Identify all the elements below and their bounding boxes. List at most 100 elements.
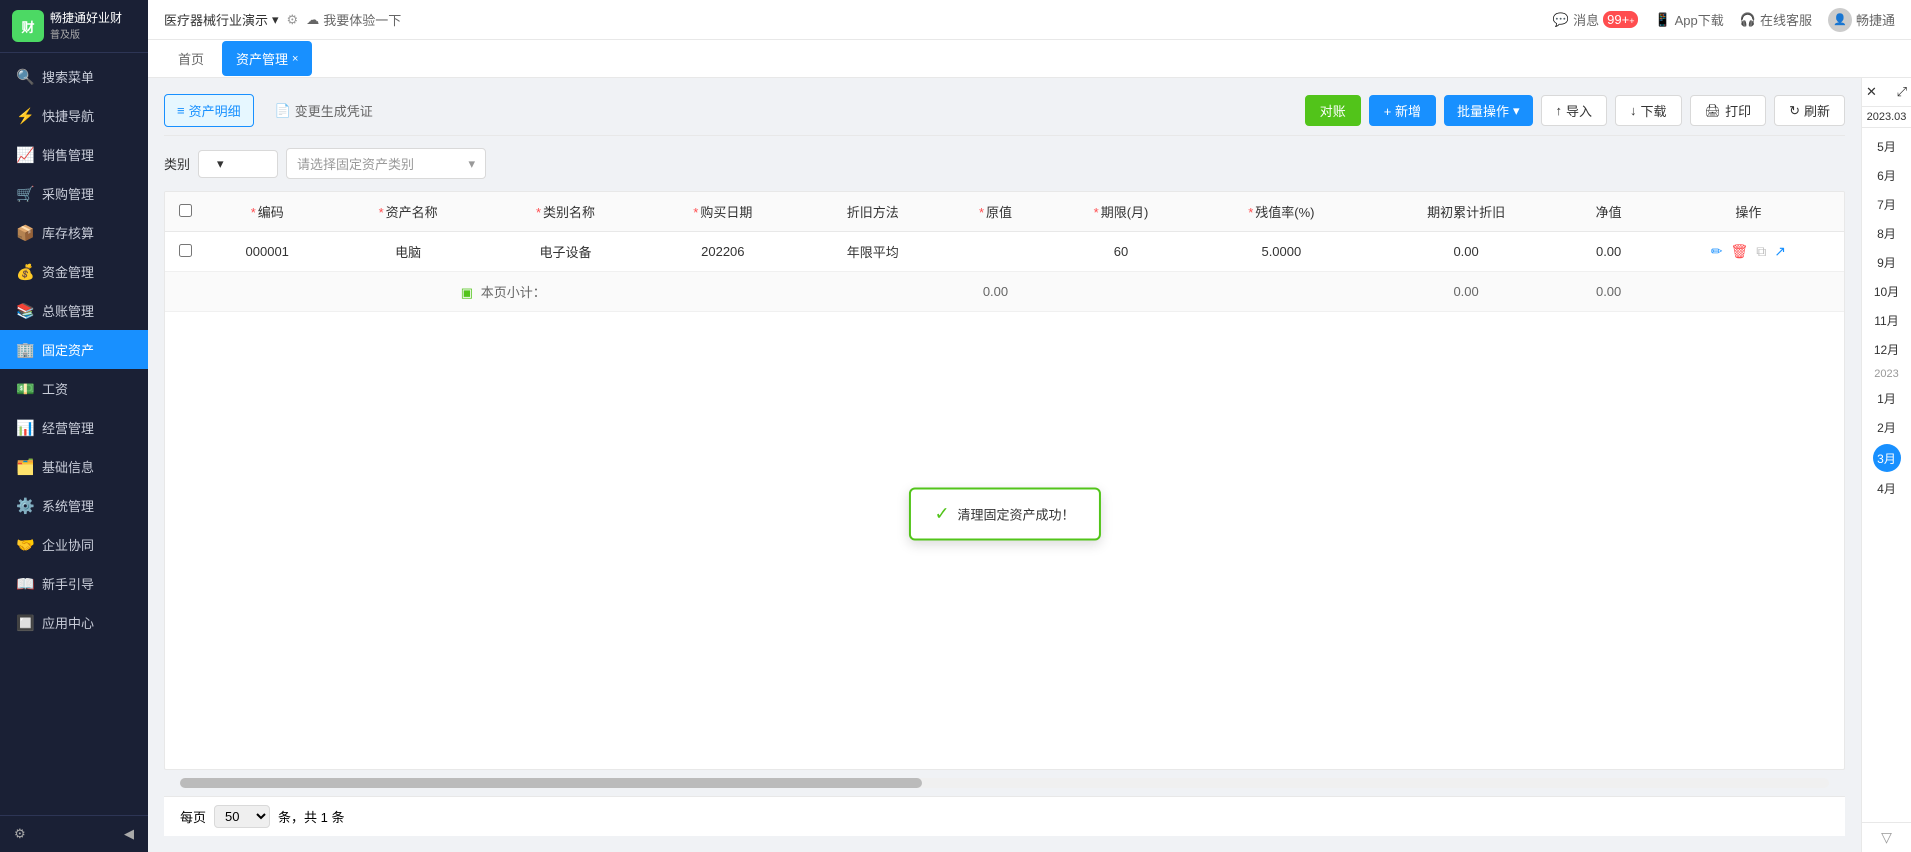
calendar-month-9[interactable]: 9月	[1862, 248, 1911, 277]
tab-home-label: 首页	[178, 49, 204, 68]
sidebar-item-system[interactable]: ⚙️ 系统管理	[0, 486, 148, 525]
calendar-month-10[interactable]: 10月	[1862, 277, 1911, 306]
subtotal-empty-method	[802, 272, 945, 312]
calendar-expand-icon[interactable]: ⤢	[1897, 84, 1907, 100]
per-page-select[interactable]: 50 10 20 100	[214, 805, 270, 828]
calendar-month-3-current[interactable]: 3月	[1873, 444, 1901, 472]
import-button[interactable]: ↑ 导入	[1541, 95, 1608, 126]
settings-icon[interactable]: ⚙	[14, 826, 26, 842]
sidebar-item-guide[interactable]: 📖 新手引导	[0, 564, 148, 603]
sub-tab-change-voucher[interactable]: 📄 变更生成凭证	[262, 94, 386, 127]
tab-close-icon[interactable]: ×	[292, 53, 298, 65]
sidebar-label-funds: 资金管理	[42, 262, 94, 281]
calendar-month-4[interactable]: 4月	[1862, 474, 1911, 503]
app-download-label: App下载	[1675, 10, 1724, 29]
category-filter-select[interactable]: ▾	[198, 150, 278, 178]
download-button[interactable]: ↓ 下载	[1615, 95, 1682, 126]
reconcile-button[interactable]: 对账	[1305, 95, 1361, 126]
subtotal-empty-period	[1047, 272, 1195, 312]
app-version: 普及版	[50, 26, 122, 41]
user-profile-btn[interactable]: 👤 畅捷通	[1828, 8, 1895, 32]
sidebar-label-sales: 销售管理	[42, 145, 94, 164]
table-container: *编码 *资产名称 *类别名称 *购买日期 折旧方法 *原值 *期限(月) *残…	[164, 191, 1845, 836]
sub-tab-asset-detail[interactable]: ≡ 资产明细	[164, 94, 254, 127]
row-copy-icon[interactable]: ⧉	[1756, 243, 1766, 260]
sidebar-icon-system: ⚙️	[16, 497, 34, 515]
app-name: 畅捷通好业财	[50, 11, 122, 27]
sidebar-item-app_center[interactable]: 🔲 应用中心	[0, 603, 148, 642]
toast-text: 清理固定资产成功！	[958, 504, 1075, 523]
calendar-month-1[interactable]: 1月	[1862, 384, 1911, 413]
select-all-checkbox[interactable]	[179, 204, 192, 217]
calendar-close-icon[interactable]: ✕	[1866, 84, 1877, 100]
sidebar-item-basic[interactable]: 🗂️ 基础信息	[0, 447, 148, 486]
calendar-month-12[interactable]: 12月	[1862, 335, 1911, 364]
batch-button[interactable]: 批量操作 ▾	[1444, 95, 1533, 126]
calendar-month-6[interactable]: 6月	[1862, 161, 1911, 190]
sidebar-bottom[interactable]: ⚙ ◀	[0, 815, 148, 852]
row-accumulated: 0.00	[1368, 232, 1565, 272]
sidebar-item-payroll[interactable]: 💵 工资	[0, 369, 148, 408]
sidebar-icon-app_center: 🔲	[16, 614, 34, 632]
user-avatar-icon: 👤	[1828, 8, 1852, 32]
message-btn[interactable]: 💬 消息 99++	[1553, 10, 1639, 29]
tab-asset-management[interactable]: 资产管理 ×	[222, 41, 312, 76]
total-label: 条，共 1 条	[278, 807, 344, 826]
batch-label: 批量操作	[1457, 101, 1509, 120]
calendar-month-8[interactable]: 8月	[1862, 219, 1911, 248]
table-header-row: *编码 *资产名称 *类别名称 *购买日期 折旧方法 *原值 *期限(月) *残…	[165, 192, 1844, 232]
sidebar-item-operations[interactable]: 📊 经营管理	[0, 408, 148, 447]
print-button[interactable]: 🖨 打印	[1690, 95, 1767, 126]
calendar-month-11[interactable]: 11月	[1862, 306, 1911, 335]
user-label: 畅捷通	[1856, 10, 1895, 29]
new-button[interactable]: + 新增	[1369, 95, 1436, 126]
header-residual-rate: *残值率(%)	[1195, 192, 1367, 232]
sidebar-item-assets[interactable]: 🏢 固定资产	[0, 330, 148, 369]
sidebar-item-quicknav[interactable]: ⚡ 快捷导航	[0, 96, 148, 135]
message-icon: 💬	[1553, 12, 1569, 28]
calendar-month-2[interactable]: 2月	[1862, 413, 1911, 442]
company-selector[interactable]: 医疗器械行业演示 ▾	[164, 10, 279, 29]
assets-table-wrapper: *编码 *资产名称 *类别名称 *购买日期 折旧方法 *原值 *期限(月) *残…	[164, 191, 1845, 770]
sidebar-item-search[interactable]: 🔍 搜索菜单	[0, 57, 148, 96]
sidebar-icon-assets: 🏢	[16, 341, 34, 359]
collapse-sidebar-icon[interactable]: ◀	[124, 826, 134, 842]
sidebar-label-operations: 经营管理	[42, 418, 94, 437]
row-delete-icon[interactable]: 🗑	[1730, 243, 1748, 260]
calendar-down-icon[interactable]: ▽	[1881, 829, 1892, 846]
sidebar-label-system: 系统管理	[42, 496, 94, 515]
sidebar-icon-ledger: 📚	[16, 302, 34, 320]
tab-asset-label: 资产管理	[236, 49, 288, 68]
calendar-year-2023: 2023	[1862, 364, 1911, 384]
table-scrollbar-container	[164, 770, 1845, 796]
row-more-icon[interactable]: ↗	[1774, 243, 1786, 260]
sidebar-item-enterprise[interactable]: 🤝 企业协同	[0, 525, 148, 564]
sub-tabs: ≡ 资产明细 📄 变更生成凭证 对账 + 新增 批量操作 ▾ ↑	[164, 94, 1845, 136]
sidebar-item-purchase[interactable]: 🛒 采购管理	[0, 174, 148, 213]
table-horizontal-scrollbar[interactable]	[180, 778, 1829, 788]
table-row: 000001 电脑 电子设备 202206 年限平均 60 5.0000 0.0…	[165, 232, 1844, 272]
refresh-button[interactable]: ↻ 刷新	[1774, 95, 1845, 126]
sidebar-item-inventory[interactable]: 📦 库存核算	[0, 213, 148, 252]
app-download-btn[interactable]: 📱 App下载	[1654, 10, 1723, 29]
filter-label: 类别	[164, 154, 190, 173]
online-service-btn[interactable]: 🎧 在线客服	[1740, 10, 1812, 29]
sidebar-label-basic: 基础信息	[42, 457, 94, 476]
category-placeholder-input[interactable]: 请选择固定资产类别 ▾	[286, 148, 486, 179]
row-checkbox[interactable]	[179, 244, 192, 257]
row-purchase-date: 202206	[644, 232, 801, 272]
calendar-month-5[interactable]: 5月	[1862, 132, 1911, 161]
experience-btn[interactable]: ☁ 我要体验一下	[306, 10, 401, 29]
header-checkbox-cell	[165, 192, 205, 232]
settings-gear-icon[interactable]: ⚙	[287, 12, 299, 28]
sidebar-label-quicknav: 快捷导航	[42, 106, 94, 125]
tab-home[interactable]: 首页	[164, 41, 218, 76]
sidebar-item-ledger[interactable]: 📚 总账管理	[0, 291, 148, 330]
sidebar-item-sales[interactable]: 📈 销售管理	[0, 135, 148, 174]
sidebar-item-funds[interactable]: 💰 资金管理	[0, 252, 148, 291]
calendar-month-7[interactable]: 7月	[1862, 190, 1911, 219]
header-purchase-date: *购买日期	[644, 192, 801, 232]
row-edit-icon[interactable]: ✏	[1711, 243, 1723, 260]
calendar-header: ✕ ⤢	[1862, 78, 1911, 107]
content-main: ≡ 资产明细 📄 变更生成凭证 对账 + 新增 批量操作 ▾ ↑	[148, 78, 1861, 852]
